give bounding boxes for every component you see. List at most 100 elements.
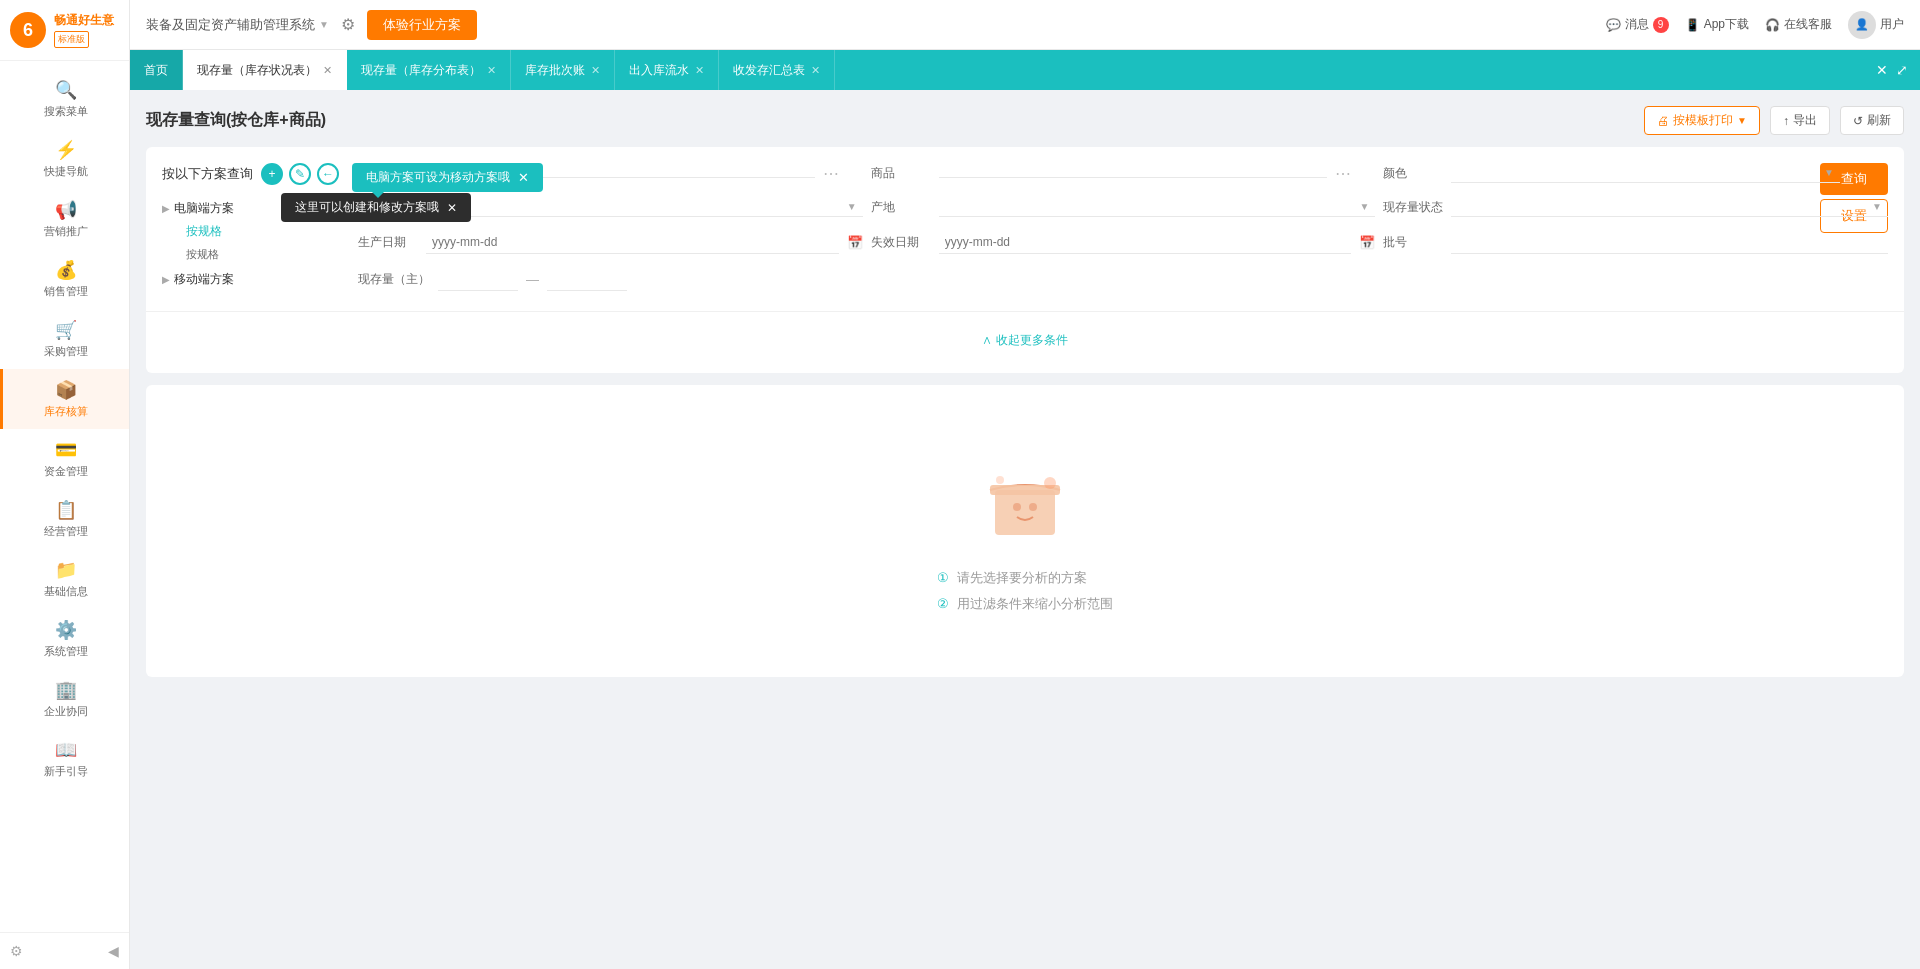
tab-close-inventory-status[interactable]: ✕ xyxy=(323,64,332,77)
sidebar-item-purchase[interactable]: 🛒 采购管理 xyxy=(0,309,129,369)
tab-inventory-status[interactable]: 现存量（库存状况表） ✕ xyxy=(183,50,347,90)
sidebar-item-basic[interactable]: 📁 基础信息 xyxy=(0,549,129,609)
export-label: 导出 xyxy=(1793,112,1817,129)
message-btn[interactable]: 💬 消息 9 xyxy=(1606,16,1669,33)
warehouse-dots[interactable]: ⋯ xyxy=(823,164,863,183)
sub-item-warehouse[interactable]: 按规格 xyxy=(186,245,342,264)
edit-tooltip-close[interactable]: ✕ xyxy=(447,201,457,215)
sidebar-item-marketing[interactable]: 📢 营销推广 xyxy=(0,189,129,249)
tab-close-inout-flow[interactable]: ✕ xyxy=(695,64,704,77)
stock-dash: — xyxy=(526,272,539,287)
logo-text: 畅通好生意 标准版 xyxy=(54,12,114,48)
batch-label: 批号 xyxy=(1383,234,1443,251)
stock-status-field: 现存量状态 ▼ xyxy=(1383,197,1888,217)
mobile-plan-item[interactable]: ▶ 移动端方案 xyxy=(162,268,342,291)
stock-status-select[interactable]: ▼ xyxy=(1451,197,1888,217)
collapse-bar[interactable]: ∧ 收起更多条件 xyxy=(162,324,1888,357)
tab-inout-flow[interactable]: 出入库流水 ✕ xyxy=(615,50,719,90)
tabs-bar: 首页 现存量（库存状况表） ✕ 现存量（库存分布表） ✕ 库存批次账 ✕ 出入库… xyxy=(130,50,1920,90)
system-name-text: 装备及固定资产辅助管理系统 xyxy=(146,16,315,34)
origin-select[interactable]: ▼ xyxy=(939,197,1376,217)
tab-inout-flow-label: 出入库流水 xyxy=(629,62,689,79)
edit-plan-btn[interactable]: ✎ 这里可以创建和修改方案哦 ✕ xyxy=(289,163,311,185)
query-header: 按以下方案查询 + ✎ 这里可以创建和修改方案哦 ✕ ← xyxy=(162,163,342,185)
add-plan-btn[interactable]: + xyxy=(261,163,283,185)
stock-max-input[interactable] xyxy=(547,268,627,291)
batch-input[interactable] xyxy=(1451,231,1888,254)
stock-status-arrow: ▼ xyxy=(1872,201,1882,212)
desktop-plan-sub-item[interactable]: 按规格 xyxy=(162,220,342,243)
stock-min-input[interactable] xyxy=(438,268,518,291)
tab-inventory-dist-label: 现存量（库存分布表） xyxy=(361,62,481,79)
svg-point-4 xyxy=(1044,477,1056,489)
sidebar-label-system: 系统管理 xyxy=(44,644,88,659)
tab-inventory-dist[interactable]: 现存量（库存分布表） ✕ xyxy=(347,50,511,90)
sidebar-item-system[interactable]: ⚙️ 系统管理 xyxy=(0,609,129,669)
sidebar-item-sales[interactable]: 💰 销售管理 xyxy=(0,249,129,309)
sidebar-item-corp[interactable]: 🏢 企业协同 xyxy=(0,669,129,729)
svg-rect-0 xyxy=(995,490,1055,535)
search-icon: 🔍 xyxy=(55,79,77,101)
empty-hint1: ① 请先选择要分析的方案 xyxy=(937,565,1113,591)
settings-gear-icon[interactable]: ⚙ xyxy=(341,15,355,34)
logo-icon: 6 xyxy=(10,12,46,48)
prev-plan-btn[interactable]: ← xyxy=(317,163,339,185)
logo-title: 畅通好生意 xyxy=(54,12,114,29)
sidebar-item-guide[interactable]: 📖 新手引导 xyxy=(0,729,129,789)
page-actions: 🖨 按模板打印 ▼ ↑ 导出 ↺ 刷新 xyxy=(1644,106,1904,135)
header: 装备及固定资产辅助管理系统 ▼ ⚙ 体验行业方案 💬 消息 9 📱 App下载 … xyxy=(130,0,1920,50)
produce-date-label: 生产日期 xyxy=(358,234,418,251)
solution-btn[interactable]: 体验行业方案 xyxy=(367,10,477,40)
collapse-sidebar-btn[interactable]: ◀ xyxy=(108,943,119,959)
tab-collect-summary[interactable]: 收发存汇总表 ✕ xyxy=(719,50,835,90)
sidebar-item-inventory[interactable]: 📦 库存核算 xyxy=(0,369,129,429)
phone-icon: 📱 xyxy=(1685,18,1700,32)
sidebar-item-quick[interactable]: ⚡ 快捷导航 xyxy=(0,129,129,189)
system-name-select[interactable]: 装备及固定资产辅助管理系统 ▼ xyxy=(146,16,329,34)
print-label: 按模板打印 xyxy=(1673,112,1733,129)
app-download-btn[interactable]: 📱 App下载 xyxy=(1685,16,1749,33)
settings-bottom-btn[interactable]: ⚙ xyxy=(10,943,23,959)
sidebar-item-search[interactable]: 🔍 搜索菜单 xyxy=(0,69,129,129)
marketing-icon: 📢 xyxy=(55,199,77,221)
tab-close-batch-account[interactable]: ✕ xyxy=(591,64,600,77)
expire-date-calendar-icon[interactable]: 📅 xyxy=(1359,235,1375,250)
print-btn[interactable]: 🖨 按模板打印 ▼ xyxy=(1644,106,1760,135)
refresh-btn[interactable]: ↺ 刷新 xyxy=(1840,106,1904,135)
produce-date-input[interactable] xyxy=(426,231,839,254)
online-service-label: 在线客服 xyxy=(1784,16,1832,33)
expand-tabs-btn[interactable]: ⤢ xyxy=(1896,62,1908,78)
close-all-tabs-btn[interactable]: ✕ xyxy=(1876,62,1888,78)
user-btn[interactable]: 👤 用户 xyxy=(1848,11,1904,39)
goods-field: 商品 xyxy=(871,165,1328,182)
goods-dots[interactable]: ⋯ xyxy=(1335,164,1375,183)
color-select[interactable]: ▼ xyxy=(1451,163,1840,183)
add-tooltip-close[interactable]: ✕ xyxy=(518,170,529,185)
tab-batch-account-label: 库存批次账 xyxy=(525,62,585,79)
export-btn[interactable]: ↑ 导出 xyxy=(1770,106,1830,135)
produce-date-calendar-icon[interactable]: 📅 xyxy=(847,235,863,250)
sidebar-item-finance[interactable]: 💳 资金管理 xyxy=(0,429,129,489)
size-select[interactable]: ▼ xyxy=(426,197,863,217)
add-tooltip-text: 电脑方案可设为移动方案哦 xyxy=(366,169,510,186)
tab-home[interactable]: 首页 xyxy=(130,50,183,90)
sidebar-label-operation: 经营管理 xyxy=(44,524,88,539)
tab-close-inventory-dist[interactable]: ✕ xyxy=(487,64,496,77)
message-badge: 9 xyxy=(1653,17,1669,33)
goods-select[interactable] xyxy=(939,169,1328,178)
tab-close-collect-summary[interactable]: ✕ xyxy=(811,64,820,77)
stock-status-label: 现存量状态 xyxy=(1383,199,1443,216)
query-section-label: 按以下方案查询 xyxy=(162,165,253,183)
size-arrow: ▼ xyxy=(847,201,857,212)
tab-collect-summary-label: 收发存汇总表 xyxy=(733,62,805,79)
print-icon: 🖨 xyxy=(1657,114,1669,128)
operation-icon: 📋 xyxy=(55,499,77,521)
query-header-btns: + ✎ 这里可以创建和修改方案哦 ✕ ← xyxy=(261,163,339,185)
mobile-plan-label: 移动端方案 xyxy=(174,271,234,288)
plan-section: 按以下方案查询 + ✎ 这里可以创建和修改方案哦 ✕ ← xyxy=(162,163,342,303)
basic-icon: 📁 xyxy=(55,559,77,581)
tab-batch-account[interactable]: 库存批次账 ✕ xyxy=(511,50,615,90)
expire-date-input[interactable] xyxy=(939,231,1352,254)
online-service-btn[interactable]: 🎧 在线客服 xyxy=(1765,16,1832,33)
sidebar-item-operation[interactable]: 📋 经营管理 xyxy=(0,489,129,549)
